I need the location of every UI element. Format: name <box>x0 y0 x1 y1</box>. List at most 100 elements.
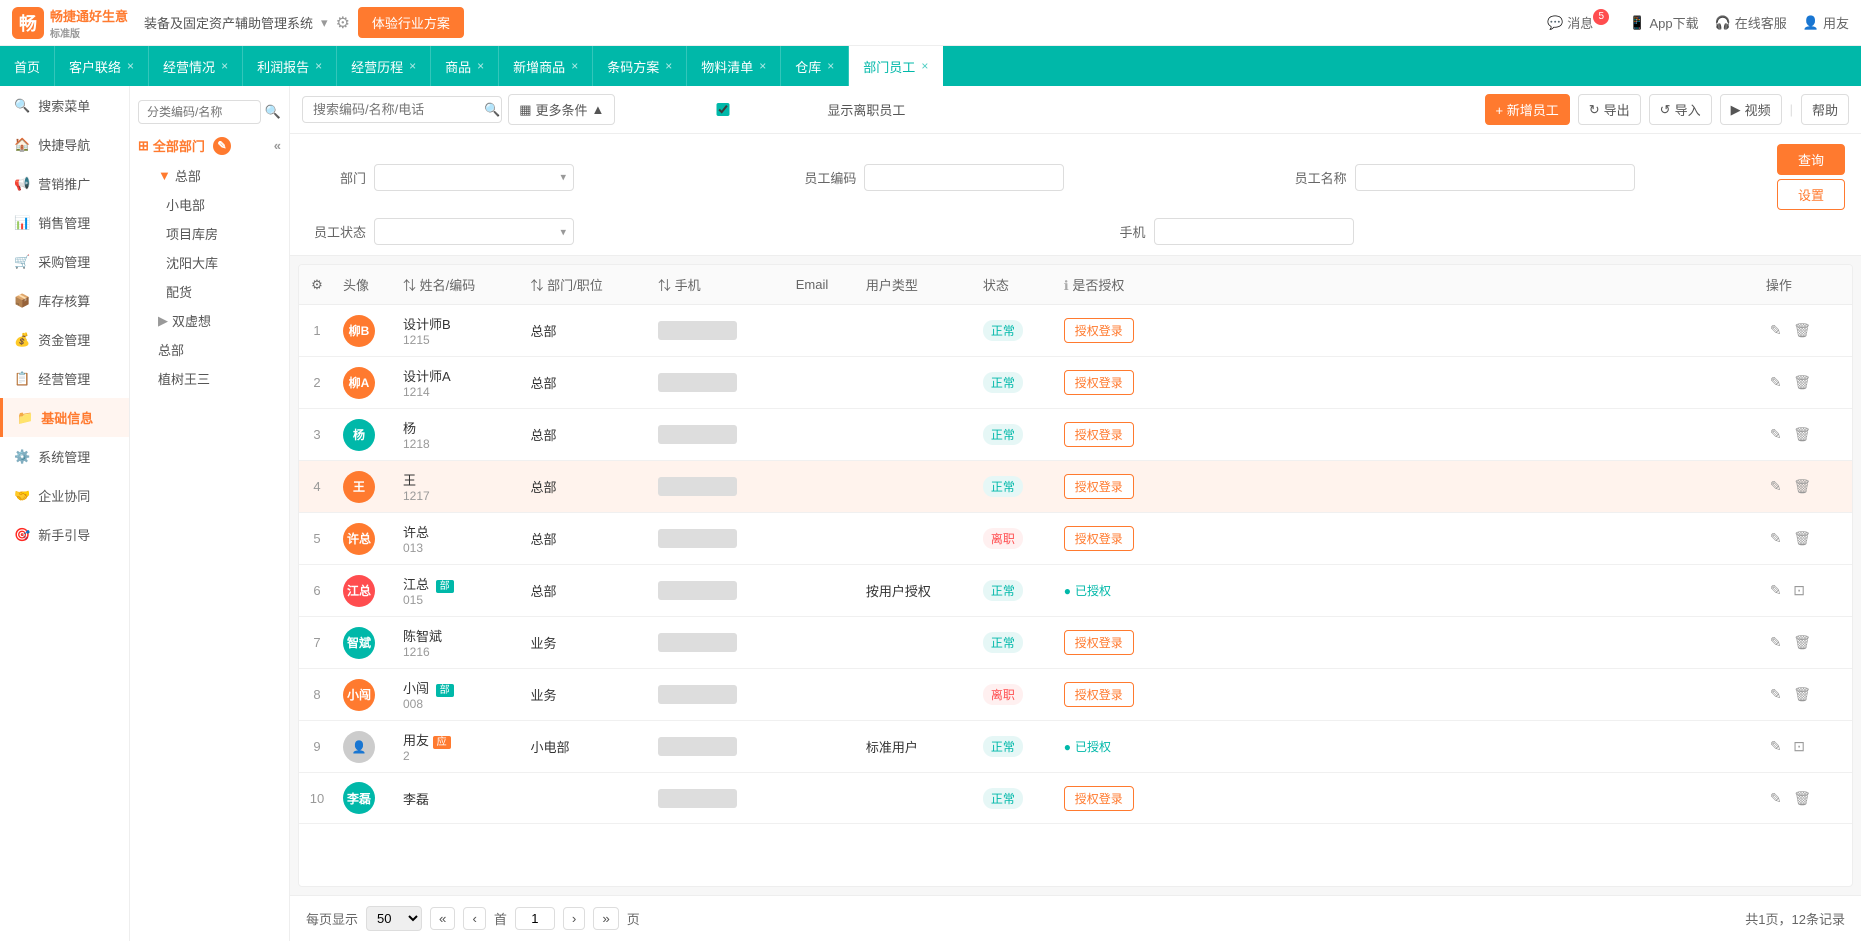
user-btn[interactable]: 👤 用友 <box>1803 13 1849 32</box>
edit-btn[interactable]: ✎ <box>1766 528 1786 548</box>
delete-btn[interactable]: 🗑 <box>1789 372 1815 392</box>
copy-btn[interactable]: ⊡ <box>1789 580 1809 600</box>
settings-icon[interactable]: ⚙ <box>336 13 350 33</box>
edit-btn[interactable]: ✎ <box>1766 580 1786 600</box>
sidebar-item-search[interactable]: 🔍 搜索菜单 <box>0 86 129 125</box>
sidebar-item-quicknav[interactable]: 🏠 快捷导航 <box>0 125 129 164</box>
collapse-dept-icon[interactable]: « <box>274 138 281 153</box>
delete-btn[interactable]: 🗑 <box>1789 684 1815 704</box>
export-btn[interactable]: ↻ 导出 <box>1578 94 1641 125</box>
sidebar-item-basicinfo[interactable]: 📁 基础信息 <box>0 398 129 437</box>
tab-operation[interactable]: 经营情况 × <box>149 46 243 86</box>
tab-profit[interactable]: 利润报告 × <box>243 46 337 86</box>
dept-select[interactable] <box>374 164 574 191</box>
auth-login-btn[interactable]: 授权登录 <box>1064 318 1134 343</box>
th-dept[interactable]: ⇅ 部门/职位 <box>522 265 649 305</box>
message-btn[interactable]: 💬 消息 5 <box>1547 13 1613 32</box>
dept-search-input[interactable] <box>138 100 261 124</box>
app-download-btn[interactable]: 📱 App下载 <box>1629 13 1698 32</box>
delete-btn[interactable]: 🗑 <box>1789 528 1815 548</box>
sidebar-item-purchase[interactable]: 🛒 采购管理 <box>0 242 129 281</box>
page-number-input[interactable] <box>515 907 555 930</box>
sidebar-item-inventory[interactable]: 📦 库存核算 <box>0 281 129 320</box>
sidebar-item-sales[interactable]: 📊 销售管理 <box>0 203 129 242</box>
auth-login-btn[interactable]: 授权登录 <box>1064 422 1134 447</box>
dropdown-icon[interactable]: ▾ <box>321 15 328 31</box>
tab-bom[interactable]: 物料清单 × <box>687 46 781 86</box>
auth-login-btn[interactable]: 授权登录 <box>1064 474 1134 499</box>
sidebar-item-guide[interactable]: 🎯 新手引导 <box>0 515 129 554</box>
close-icon[interactable]: × <box>571 59 578 73</box>
delete-btn[interactable]: 🗑 <box>1789 788 1815 808</box>
edit-btn[interactable]: ✎ <box>1766 320 1786 340</box>
tab-goods[interactable]: 商品 × <box>431 46 499 86</box>
dept-item-zongbu-parent[interactable]: ▼ 总部 <box>138 161 289 190</box>
dept-all-header[interactable]: ⊞ 全部部门 ✎ « <box>130 130 289 161</box>
sidebar-item-collab[interactable]: 🤝 企业协同 <box>0 476 129 515</box>
dept-item-xiaodiandu[interactable]: 小电部 <box>138 190 289 219</box>
auth-login-btn[interactable]: 授权登录 <box>1064 786 1134 811</box>
more-filter-btn[interactable]: ▦ 更多条件 ▲ <box>508 94 615 125</box>
first-page-btn[interactable]: « <box>430 907 455 930</box>
delete-btn[interactable]: 🗑 <box>1789 424 1815 444</box>
close-icon[interactable]: × <box>665 59 672 73</box>
empname-input[interactable] <box>1355 164 1635 191</box>
import-btn[interactable]: ↺ 导入 <box>1649 94 1712 125</box>
search-btn[interactable]: 🔍 <box>484 102 500 118</box>
auth-login-btn[interactable]: 授权登录 <box>1064 682 1134 707</box>
th-settings[interactable]: ⚙ <box>299 265 335 305</box>
empcode-input[interactable] <box>864 164 1064 191</box>
edit-btn[interactable]: ✎ <box>1766 476 1786 496</box>
sidebar-item-finance[interactable]: 💰 资金管理 <box>0 320 129 359</box>
auth-login-btn[interactable]: 授权登录 <box>1064 630 1134 655</box>
status-select[interactable] <box>374 218 574 245</box>
close-icon[interactable]: × <box>921 59 928 73</box>
auth-login-btn[interactable]: 授权登录 <box>1064 370 1134 395</box>
dept-item-shuangxu[interactable]: ▶ 双虚想 <box>138 306 289 335</box>
tab-customer[interactable]: 客户联络 × <box>55 46 149 86</box>
dept-item-projectroom[interactable]: 项目库房 <box>138 219 289 248</box>
edit-btn[interactable]: ✎ <box>1766 372 1786 392</box>
edit-btn[interactable]: ✎ <box>1766 424 1786 444</box>
trial-button[interactable]: 体验行业方案 <box>358 7 464 38</box>
query-btn[interactable]: 查询 <box>1777 144 1845 175</box>
edit-btn[interactable]: ✎ <box>1766 788 1786 808</box>
edit-btn[interactable]: ✎ <box>1766 736 1786 756</box>
dept-item-peihuo[interactable]: 配货 <box>138 277 289 306</box>
set-btn[interactable]: 设置 <box>1777 179 1845 210</box>
show-resigned-label[interactable]: 显示离职员工 <box>623 100 905 119</box>
close-icon[interactable]: × <box>221 59 228 73</box>
close-icon[interactable]: × <box>127 59 134 73</box>
dept-item-shenyang[interactable]: 沈阳大库 <box>138 248 289 277</box>
edit-dept-icon[interactable]: ✎ <box>213 137 231 155</box>
close-icon[interactable]: × <box>477 59 484 73</box>
tab-warehouse[interactable]: 仓库 × <box>781 46 849 86</box>
online-service-btn[interactable]: 🎧 在线客服 <box>1715 13 1787 32</box>
show-resigned-checkbox[interactable] <box>623 103 823 116</box>
delete-btn[interactable]: 🗑 <box>1789 632 1815 652</box>
close-icon[interactable]: × <box>409 59 416 73</box>
last-page-btn[interactable]: » <box>593 907 618 930</box>
edit-btn[interactable]: ✎ <box>1766 684 1786 704</box>
close-icon[interactable]: × <box>759 59 766 73</box>
prev-page-btn[interactable]: ‹ <box>463 907 485 930</box>
next-page-btn[interactable]: › <box>563 907 585 930</box>
th-name[interactable]: ⇅ 姓名/编码 <box>395 265 522 305</box>
auth-login-btn[interactable]: 授权登录 <box>1064 526 1134 551</box>
tab-history[interactable]: 经营历程 × <box>337 46 431 86</box>
view-btn[interactable]: ▶ 视频 <box>1720 94 1782 125</box>
delete-btn[interactable]: 🗑 <box>1789 476 1815 496</box>
sidebar-item-management[interactable]: 📋 经营管理 <box>0 359 129 398</box>
close-icon[interactable]: × <box>827 59 834 73</box>
delete-btn[interactable]: 🗑 <box>1789 320 1815 340</box>
copy-btn[interactable]: ⊡ <box>1789 736 1809 756</box>
phone-input[interactable] <box>1154 218 1354 245</box>
search-input[interactable] <box>302 96 502 123</box>
edit-btn[interactable]: ✎ <box>1766 632 1786 652</box>
dept-item-zhishuwang[interactable]: 植树王三 <box>138 364 289 393</box>
add-employee-btn[interactable]: + 新增员工 <box>1485 94 1570 125</box>
dept-item-zongbu[interactable]: 总部 <box>138 335 289 364</box>
tab-home[interactable]: 首页 <box>0 46 55 86</box>
help-btn[interactable]: 帮助 <box>1801 94 1849 125</box>
sidebar-item-system[interactable]: ⚙️ 系统管理 <box>0 437 129 476</box>
